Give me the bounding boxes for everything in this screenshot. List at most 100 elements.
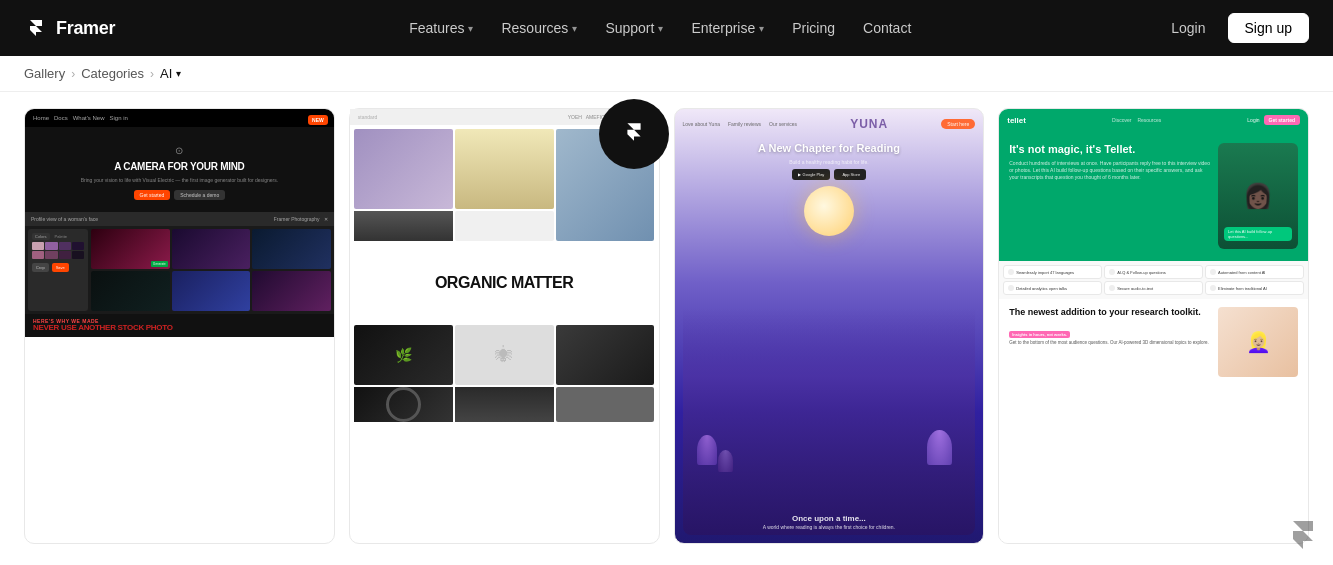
nav-pricing[interactable]: Pricing	[780, 14, 847, 42]
card3-app-store-button[interactable]: App Store	[834, 169, 866, 180]
card3-plant-1	[697, 435, 717, 465]
mosaic-cell-dark-figure	[556, 325, 655, 385]
card4-nav-discover: Discover	[1112, 117, 1131, 123]
card4-hero-description: Conduct hundreds of interviews at once. …	[1009, 160, 1210, 181]
card1-logo-icon: ⊙	[35, 145, 324, 156]
nav-enterprise[interactable]: Enterprise ▾	[679, 14, 776, 42]
card1-panel-bar: Profile view of a woman's face Framer Ph…	[25, 212, 334, 226]
card3-story-container: Once upon a time... A world where readin…	[759, 509, 899, 535]
card2-framer-logo-icon	[623, 121, 645, 147]
navbar-navigation: Features ▾ Resources ▾ Support ▾ Enterpr…	[163, 14, 1157, 42]
card4-login-link[interactable]: Login	[1247, 117, 1259, 123]
breadcrumb-categories[interactable]: Categories	[81, 66, 144, 81]
breadcrumb-gallery[interactable]: Gallery	[24, 66, 65, 81]
mosaic-cell-portrait	[455, 387, 554, 422]
gallery-grid: Home Docs What's New Sign in NEW ⊙ A CAM…	[0, 92, 1333, 560]
card1-cta-secondary[interactable]: Schedule a demo	[174, 190, 225, 200]
card4-person2-photo: 👱🏼‍♀️	[1218, 307, 1298, 377]
card3-story-title: Once upon a time...	[763, 513, 895, 524]
card4-section2-title: The newest addition to your research too…	[1009, 307, 1210, 318]
card3-google-play-button[interactable]: ▶ Google Play	[792, 169, 831, 180]
gallery-card-organic-matter[interactable]: standard YOEH AMEFIO GRHFME RIGHT ORGANI…	[349, 108, 660, 544]
card2-mosaic-grid: ORGANIC MATTER 🌿 🕷	[350, 125, 659, 426]
card4-cta-button[interactable]: Get started	[1264, 115, 1300, 125]
card4-chat-overlay: Let this AI build follow-up questions...	[1224, 227, 1292, 241]
gallery-card-tellet[interactable]: tellet Discover Resources Login Get star…	[998, 108, 1309, 544]
card4-feature-icon-6	[1210, 285, 1216, 291]
navbar-actions: Login Sign up	[1157, 13, 1309, 43]
mosaic-cell-horse	[354, 211, 453, 241]
card4-hero-title: It's not magic, it's Tellet.	[1009, 143, 1210, 156]
card3-headline-text: A New Chapter for Reading	[758, 141, 900, 155]
mosaic-cell-light	[455, 129, 554, 209]
mosaic-cell-figure	[455, 211, 554, 241]
framer-logo-icon	[24, 16, 48, 40]
card4-feature-5: Secure audio-to-text	[1104, 281, 1203, 295]
card3-nav-link-1: Love about Yuna	[683, 121, 720, 127]
login-button[interactable]: Login	[1157, 14, 1219, 42]
card1-cta-primary[interactable]: Get started	[134, 190, 171, 200]
card1-color-swatches	[32, 242, 84, 259]
card4-hero: It's not magic, it's Tellet. Conduct hun…	[999, 131, 1308, 261]
resources-chevron-icon: ▾	[572, 23, 577, 34]
card4-feature-icon-3	[1210, 269, 1216, 275]
card3-nav-link-2: Family reviews	[728, 121, 761, 127]
breadcrumb-dropdown-icon: ▾	[176, 68, 181, 79]
card4-feature-6: Eliminate from traditional AI	[1205, 281, 1304, 295]
card3-plant-3	[927, 430, 952, 465]
card4-feature-icon-4	[1008, 285, 1014, 291]
nav-resources[interactable]: Resources ▾	[489, 14, 589, 42]
card3-plant-2	[718, 450, 733, 472]
card4-insights-badge: Insights in hours, not weeks.	[1009, 331, 1070, 338]
mosaic-cell-thorns: 🌿	[354, 325, 453, 385]
enterprise-chevron-icon: ▾	[759, 23, 764, 34]
card4-feature-icon-1	[1008, 269, 1014, 275]
card4-nav-links: Discover Resources	[1112, 117, 1161, 123]
card4-section2-image: 👱🏼‍♀️	[1218, 307, 1298, 377]
features-chevron-icon: ▾	[468, 23, 473, 34]
mosaic-cell-extra	[556, 387, 655, 422]
card3-logo: YUNA	[850, 117, 888, 131]
card3-landscape	[683, 308, 976, 535]
card1-color-palette: Colors Palette Crop	[28, 229, 88, 311]
mosaic-cell-skeleton: 🕷	[455, 325, 554, 385]
nav-features[interactable]: Features ▾	[397, 14, 485, 42]
gallery-card-visual-electric[interactable]: Home Docs What's New Sign in NEW ⊙ A CAM…	[24, 108, 335, 544]
gallery-card-yuna[interactable]: Love about Yuna Family reviews Our servi…	[674, 108, 985, 544]
navbar-logo[interactable]: Framer	[24, 16, 115, 40]
breadcrumb-current[interactable]: AI ▾	[160, 66, 181, 81]
card3-store-buttons: ▶ Google Play App Store	[792, 169, 867, 180]
navbar: Framer Features ▾ Resources ▾ Support ▾ …	[0, 0, 1333, 56]
card3-illustration: Once upon a time... A world where readin…	[683, 186, 976, 535]
card4-hero-image: 👩🏿 Let this AI build follow-up questions…	[1218, 143, 1298, 249]
card3-start-button[interactable]: Start here	[941, 119, 975, 129]
breadcrumb: Gallery › Categories › AI ▾	[0, 56, 1333, 92]
mosaic-cell-circle	[354, 387, 453, 422]
card3-headline-container: A New Chapter for Reading	[758, 141, 900, 155]
nav-contact[interactable]: Contact	[851, 14, 923, 42]
signup-button[interactable]: Sign up	[1228, 13, 1309, 43]
card3-content: Love about Yuna Family reviews Our servi…	[675, 109, 984, 543]
card1-subtitle: Bring your vision to life with Visual El…	[35, 177, 324, 184]
card4-content: tellet Discover Resources Login Get star…	[999, 109, 1308, 543]
card4-nav-actions: Login Get started	[1247, 115, 1300, 125]
card1-tagline: NEVER USE ANOTHER STOCK PHOTO	[33, 324, 326, 333]
card1-new-badge: NEW	[308, 115, 328, 125]
card3-moon-illustration	[804, 186, 854, 236]
card4-section2: The newest addition to your research too…	[999, 299, 1308, 543]
card1-tagline-container: HERE'S WHY WE MADE NEVER USE ANOTHER STO…	[25, 314, 334, 337]
card4-section2-desc: Get to the bottom of the most audience q…	[1009, 340, 1210, 346]
card2-logo-overlay	[599, 99, 669, 169]
breadcrumb-sep-2: ›	[150, 67, 154, 81]
card4-feature-1: Seamlessly import 47 languages	[1003, 265, 1102, 279]
mosaic-cell-flowers	[354, 129, 453, 209]
card4-features-grid: Seamlessly import 47 languages AI-Q & Fo…	[999, 261, 1308, 299]
support-chevron-icon: ▾	[658, 23, 663, 34]
card4-nav-resources: Resources	[1137, 117, 1161, 123]
card2-organic-matter-text: ORGANIC MATTER	[354, 243, 655, 323]
card1-editor-panel: Colors Palette Crop	[25, 226, 334, 314]
nav-support[interactable]: Support ▾	[593, 14, 675, 42]
card1-content: Home Docs What's New Sign in NEW ⊙ A CAM…	[25, 109, 334, 543]
card1-topbar: Home Docs What's New Sign in NEW	[25, 109, 334, 127]
card4-feature-icon-5	[1109, 285, 1115, 291]
